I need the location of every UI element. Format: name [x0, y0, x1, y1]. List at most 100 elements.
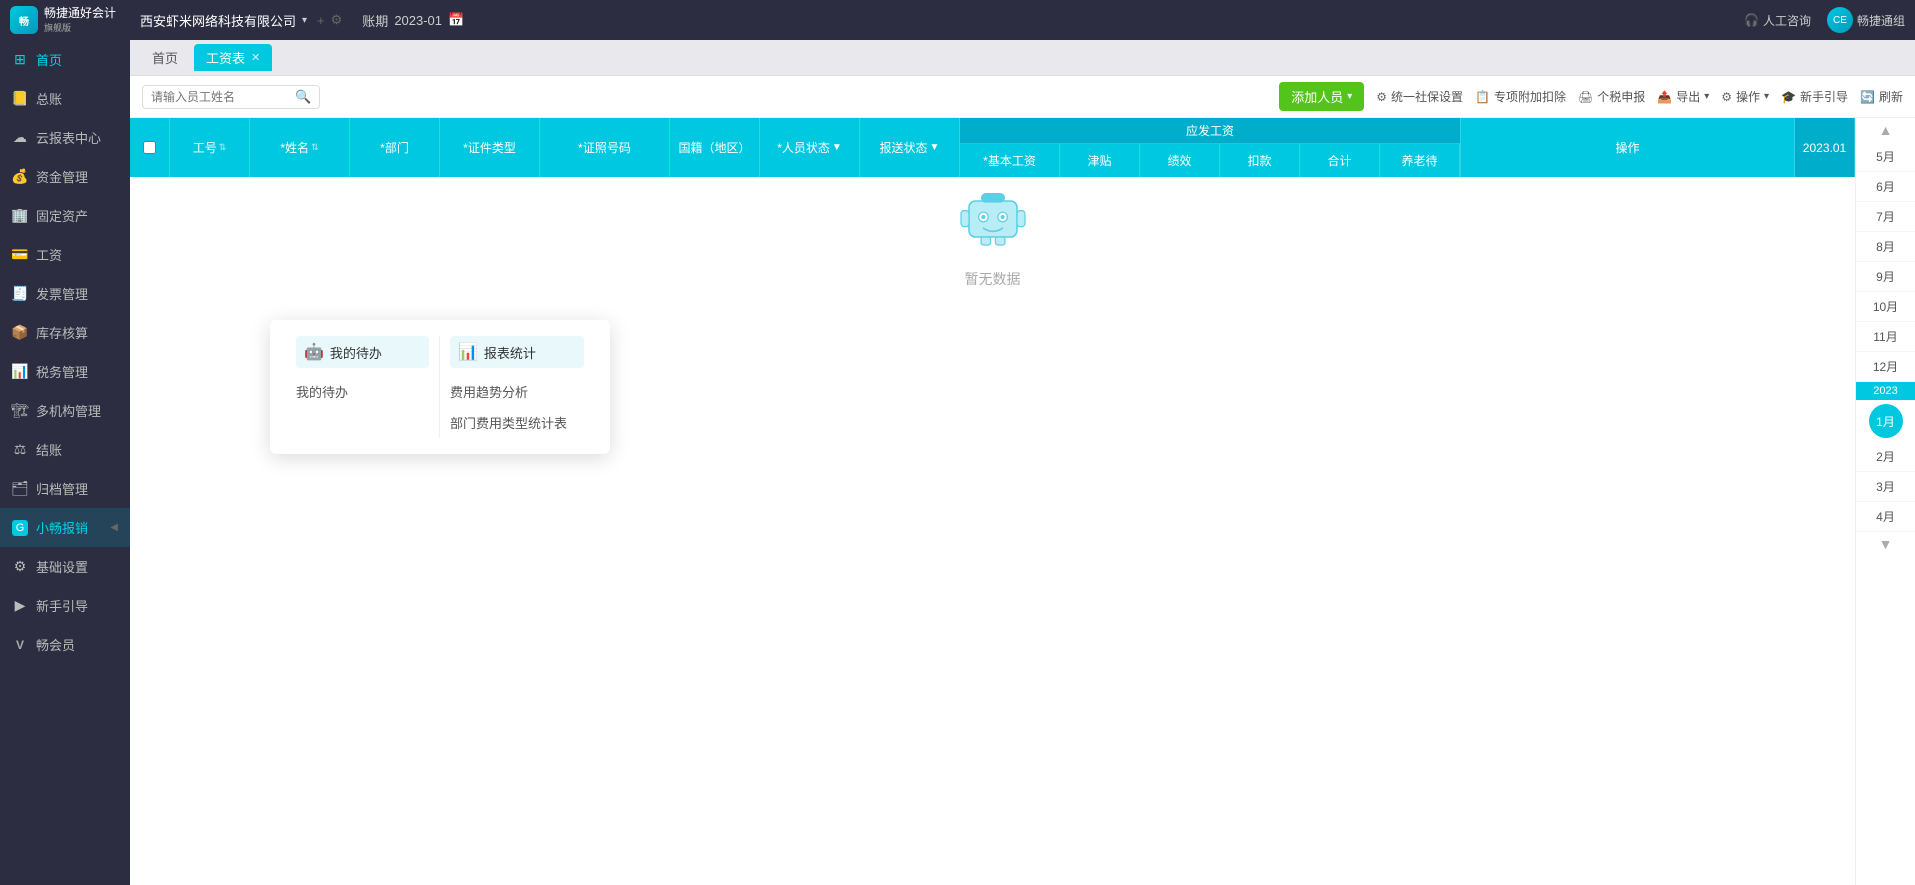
refresh-btn[interactable]: 🔄 刷新	[1860, 88, 1903, 105]
sidebar-item-inventory[interactable]: 📦 库存核算	[0, 313, 130, 352]
add-company-btn[interactable]: +	[317, 13, 325, 28]
social-security-btn[interactable]: ⚙ 统一社保设置	[1376, 88, 1463, 105]
th-send-label: 报送状态	[880, 139, 928, 156]
content-main: 工号 ⇅ *姓名 ⇅ *部门 *证件类型 *证照号码	[130, 118, 1915, 885]
tax-report-label: 个税申报	[1597, 88, 1645, 105]
settings-icon[interactable]: ⚙	[331, 12, 343, 28]
th-bonus: 绩效	[1140, 144, 1220, 177]
sidebar-item-invoice[interactable]: 🧾 发票管理	[0, 274, 130, 313]
sidebar-item-guide[interactable]: ▶ 新手引导	[0, 586, 130, 625]
tab-salary-label: 工资表	[206, 48, 245, 67]
period-value[interactable]: 2023-01	[394, 13, 442, 28]
month-5[interactable]: 5月	[1856, 142, 1915, 172]
logo-text-block: 畅捷通好会计 旗舰版	[44, 6, 116, 33]
empty-text: 暂无数据	[965, 269, 1021, 289]
filter-send-icon[interactable]: ▼	[930, 142, 940, 153]
sidebar-item-fund[interactable]: 💰 资金管理	[0, 157, 130, 196]
tab-close-btn[interactable]: ✕	[251, 51, 260, 64]
th-bonus-label: 绩效	[1167, 152, 1191, 169]
guide-btn[interactable]: 🎓 新手引导	[1781, 88, 1848, 105]
operation-label: 操作	[1736, 88, 1760, 105]
sidebar-item-member[interactable]: V 畅会员	[0, 625, 130, 664]
th-salary-group: 应发工资 *基本工资 津贴 绩效 扣	[960, 118, 1461, 177]
calendar-icon[interactable]: 📅	[448, 12, 464, 28]
operation-btn[interactable]: ⚙ 操作 ▾	[1721, 88, 1769, 105]
month-7[interactable]: 7月	[1856, 202, 1915, 232]
toolbar: 🔍 添加人员 ▾ ⚙ 统一社保设置 📋 专项附加扣除 🖨 个税申报	[130, 76, 1915, 118]
operation-dropdown-icon: ▾	[1764, 91, 1769, 102]
month-6[interactable]: 6月	[1856, 172, 1915, 202]
month-1-active[interactable]: 1月	[1869, 404, 1903, 438]
special-deduct-btn[interactable]: 📋 专项附加扣除	[1475, 88, 1566, 105]
month-4[interactable]: 4月	[1856, 502, 1915, 532]
search-input[interactable]	[151, 90, 291, 104]
sort-id-icon[interactable]: ⇅	[219, 142, 227, 153]
company-dropdown-arrow[interactable]: ▾	[302, 15, 307, 26]
fixed-assets-icon: 🏢	[12, 208, 28, 224]
add-person-btn[interactable]: 添加人员 ▾	[1279, 82, 1364, 111]
month-9[interactable]: 9月	[1856, 262, 1915, 292]
support-btn[interactable]: 🎧 人工咨询	[1744, 12, 1811, 29]
my-todo-label: 我的待办	[296, 385, 348, 400]
empty-icon	[953, 177, 1033, 257]
special-deduct-label: 专项附加扣除	[1494, 88, 1566, 105]
month-8[interactable]: 8月	[1856, 232, 1915, 262]
ledger-icon: 📒	[12, 91, 28, 107]
todo-icon: 🤖	[304, 342, 324, 362]
sort-name-icon[interactable]: ⇅	[311, 142, 319, 153]
year-panel-down-arrow[interactable]: ▼	[1856, 532, 1915, 556]
popup-item-my-todo[interactable]: 我的待办	[296, 376, 429, 407]
sidebar-item-settlement[interactable]: ⚖ 结账	[0, 430, 130, 469]
search-box[interactable]: 🔍	[142, 85, 320, 109]
home-icon: ⊞	[12, 52, 28, 68]
sidebar-item-multi-org[interactable]: 🏗 多机构管理	[0, 391, 130, 430]
sidebar-item-xiaochang[interactable]: G 小畅报销 ◀	[0, 508, 130, 547]
th-checkbox[interactable]	[130, 118, 170, 177]
sidebar-item-basic[interactable]: ⚙ 基础设置	[0, 547, 130, 586]
month-2[interactable]: 2月	[1856, 442, 1915, 472]
sidebar-item-fixed-assets[interactable]: 🏢 固定资产	[0, 196, 130, 235]
search-icon[interactable]: 🔍	[295, 89, 311, 105]
th-name-label: *姓名	[280, 139, 309, 156]
th-name: *姓名 ⇅	[250, 118, 350, 177]
month-1-wrapper[interactable]: 1月	[1856, 400, 1915, 442]
month-11[interactable]: 11月	[1856, 322, 1915, 352]
popup-item-cost-trend[interactable]: 费用趋势分析	[450, 376, 584, 407]
popup-report-title: 报表统计	[484, 343, 536, 362]
table-area: 工号 ⇅ *姓名 ⇅ *部门 *证件类型 *证照号码	[130, 118, 1855, 885]
sidebar-label-multi: 多机构管理	[36, 401, 101, 420]
sidebar-item-ledger[interactable]: 📒 总账	[0, 79, 130, 118]
month-10[interactable]: 10月	[1856, 292, 1915, 322]
popup-todo-title: 我的待办	[330, 343, 382, 362]
select-all-checkbox[interactable]	[143, 141, 156, 154]
tab-home-label: 首页	[152, 48, 178, 67]
month-3[interactable]: 3月	[1856, 472, 1915, 502]
month-12[interactable]: 12月	[1856, 352, 1915, 382]
social-security-label: 统一社保设置	[1391, 88, 1463, 105]
export-dropdown-icon: ▾	[1704, 91, 1709, 102]
year-panel-up-arrow[interactable]: ▲	[1856, 118, 1915, 142]
export-btn[interactable]: 📤 导出 ▾	[1657, 88, 1709, 105]
sidebar-label-basic: 基础设置	[36, 557, 88, 576]
user-area[interactable]: CE 畅捷通组	[1827, 7, 1905, 33]
refresh-icon: 🔄	[1860, 90, 1875, 104]
sidebar-item-archive[interactable]: 🗂 归档管理	[0, 469, 130, 508]
th-id-label: 工号	[193, 139, 217, 156]
sidebar-label-fixed: 固定资产	[36, 206, 88, 225]
sidebar-item-cloud-report[interactable]: ☁ 云报表中心	[0, 118, 130, 157]
sidebar-item-home[interactable]: ⊞ 首页	[0, 40, 130, 79]
inventory-icon: 📦	[12, 325, 28, 341]
logo-text: 畅捷通好会计	[44, 6, 116, 20]
th-idno-label: *证照号码	[578, 139, 631, 156]
tab-salary[interactable]: 工资表 ✕	[194, 44, 272, 71]
sidebar-label-fund: 资金管理	[36, 167, 88, 186]
popup-menu-grid: 🤖 我的待办 我的待办 📊 报表统计 费用趋势分析	[286, 336, 594, 438]
sidebar-item-salary[interactable]: 💳 工资	[0, 235, 130, 274]
filter-status-icon[interactable]: ▼	[832, 142, 842, 153]
popup-section-header-report[interactable]: 📊 报表统计	[450, 336, 584, 368]
popup-item-dept-cost[interactable]: 部门费用类型统计表	[450, 407, 584, 438]
tax-report-btn[interactable]: 🖨 个税申报	[1578, 88, 1645, 105]
tab-home[interactable]: 首页	[140, 44, 190, 71]
sidebar-item-tax[interactable]: 📊 税务管理	[0, 352, 130, 391]
company-area[interactable]: 西安虾米网络科技有限公司 ▾ + ⚙	[140, 11, 342, 30]
